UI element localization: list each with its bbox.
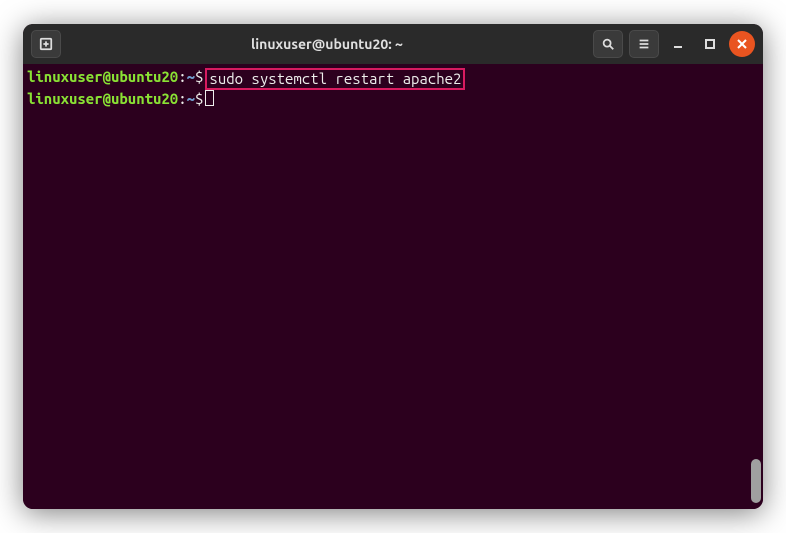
titlebar-right bbox=[593, 30, 755, 58]
cursor-icon bbox=[205, 90, 214, 106]
prompt-symbol: $ bbox=[195, 90, 203, 108]
maximize-button[interactable] bbox=[697, 31, 723, 57]
search-button[interactable] bbox=[593, 30, 623, 58]
terminal-window: linuxuser@ubuntu20: ~ linuxuser@ubuntu20… bbox=[23, 24, 763, 509]
prompt-symbol: $ bbox=[195, 68, 203, 86]
terminal-line: linuxuser@ubuntu20:~$ sudo systemctl res… bbox=[27, 68, 759, 90]
prompt-user-host: linuxuser@ubuntu20 bbox=[27, 68, 178, 86]
minimize-button[interactable] bbox=[665, 31, 691, 57]
titlebar-left bbox=[31, 30, 61, 58]
terminal-line: linuxuser@ubuntu20:~$ bbox=[27, 90, 759, 108]
new-tab-button[interactable] bbox=[31, 30, 61, 58]
prompt-path: ~ bbox=[187, 90, 195, 108]
terminal-body[interactable]: linuxuser@ubuntu20:~$ sudo systemctl res… bbox=[23, 64, 763, 509]
window-title: linuxuser@ubuntu20: ~ bbox=[67, 36, 587, 52]
prompt-path: ~ bbox=[187, 68, 195, 86]
close-button[interactable] bbox=[729, 31, 755, 57]
prompt-separator: : bbox=[178, 90, 186, 108]
scrollbar-thumb[interactable] bbox=[751, 459, 761, 503]
prompt-separator: : bbox=[178, 68, 186, 86]
menu-button[interactable] bbox=[629, 30, 659, 58]
titlebar: linuxuser@ubuntu20: ~ bbox=[23, 24, 763, 64]
command-highlight: sudo systemctl restart apache2 bbox=[205, 68, 465, 90]
prompt-user-host: linuxuser@ubuntu20 bbox=[27, 90, 178, 108]
command-text: sudo systemctl restart apache2 bbox=[209, 70, 461, 87]
